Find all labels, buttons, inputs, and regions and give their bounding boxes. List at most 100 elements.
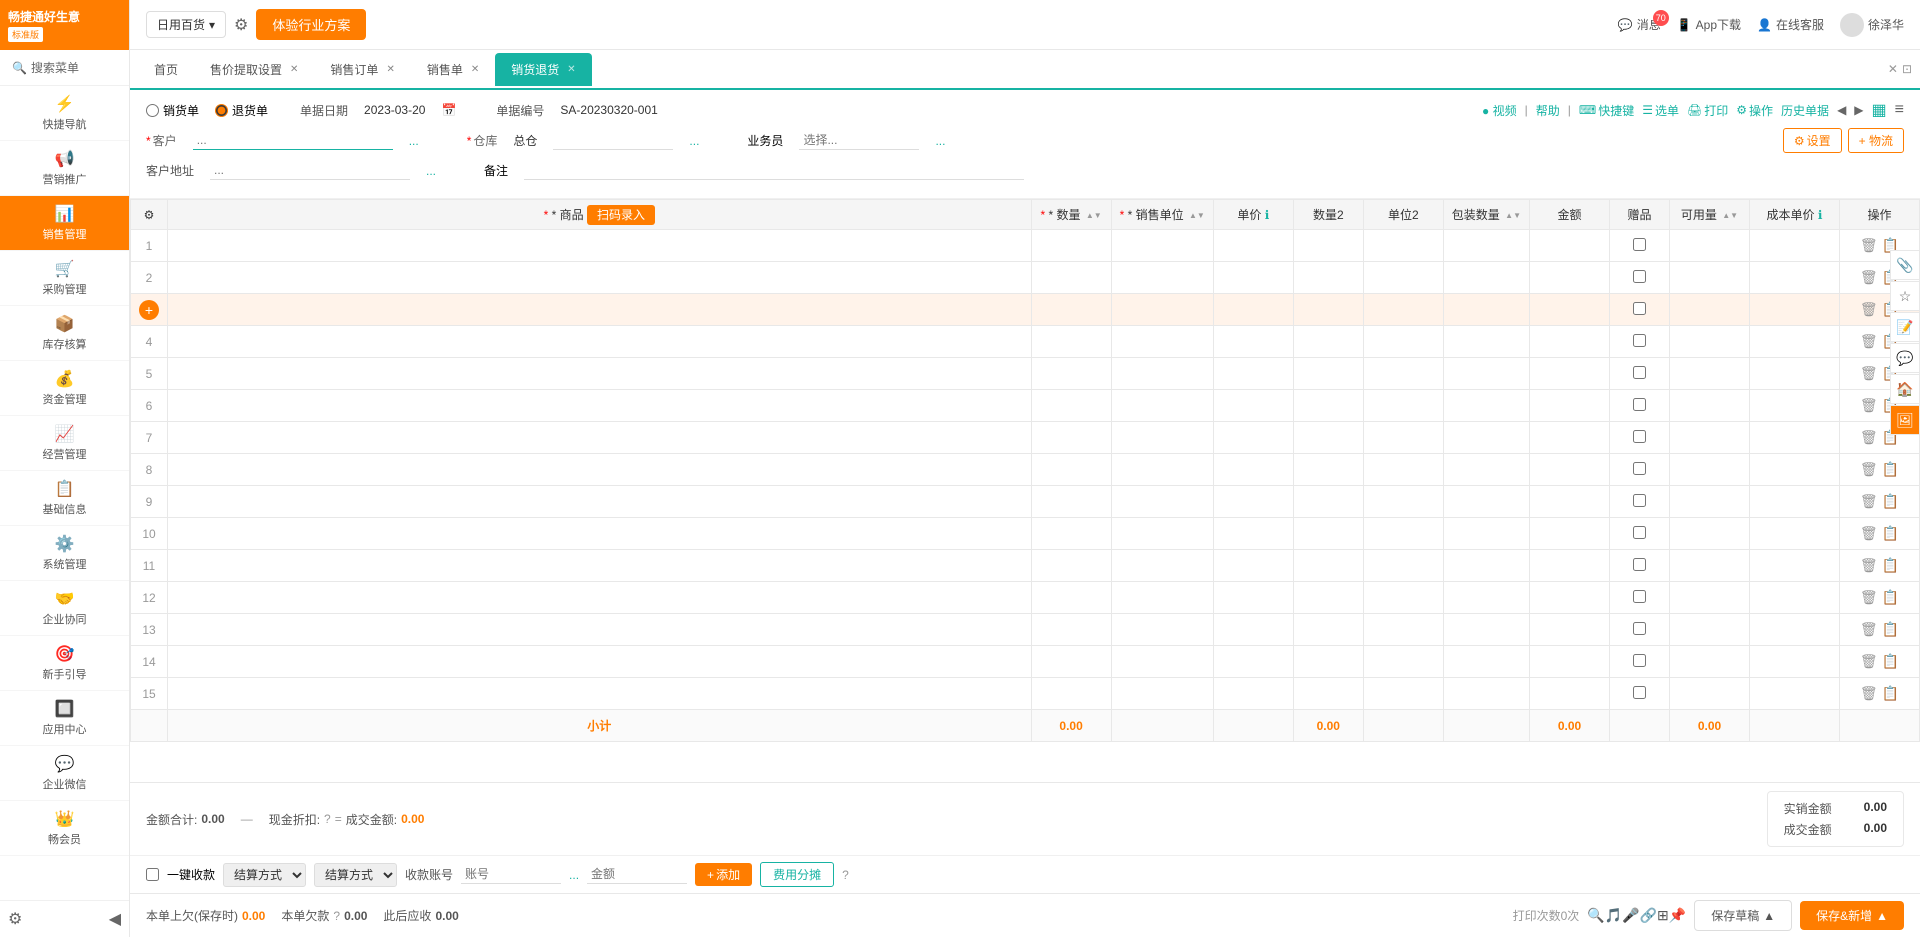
price-help-icon[interactable]: ℹ: [1265, 208, 1270, 222]
unit-cell-14[interactable]: [1111, 646, 1213, 678]
qty-cell-2[interactable]: [1031, 262, 1111, 294]
qty-cell-11[interactable]: [1031, 550, 1111, 582]
avail-cell-13[interactable]: [1670, 614, 1750, 646]
split-help-icon[interactable]: ?: [842, 868, 849, 882]
delete-btn-11[interactable]: 🗑: [1860, 557, 1878, 574]
cost-cell-9[interactable]: [1750, 486, 1840, 518]
product-input-3[interactable]: [176, 303, 1023, 317]
unit2-cell-4[interactable]: [1363, 326, 1443, 358]
avail-cell-2[interactable]: [1670, 262, 1750, 294]
unit2-cell-8[interactable]: [1363, 454, 1443, 486]
next-record-btn[interactable]: ▶: [1854, 103, 1863, 117]
amount-cell-8[interactable]: [1530, 454, 1610, 486]
avail-cell-14[interactable]: [1670, 646, 1750, 678]
price-cell-10[interactable]: [1213, 518, 1293, 550]
gift-checkbox-3[interactable]: [1633, 302, 1646, 315]
cost-cell-10[interactable]: [1750, 518, 1840, 550]
amount-cell-9[interactable]: [1530, 486, 1610, 518]
list-view-btn[interactable]: ≡: [1895, 101, 1904, 119]
experience-button[interactable]: 体验行业方案: [256, 9, 366, 40]
add-payment-button[interactable]: + 添加: [695, 863, 752, 886]
discount-help-icon[interactable]: ?: [324, 812, 331, 826]
split-button[interactable]: 费用分摊: [760, 862, 834, 887]
sidebar-item-apps[interactable]: 🔲 应用中心: [0, 691, 129, 746]
qty2-cell-11[interactable]: [1293, 550, 1363, 582]
gift-cell-6[interactable]: [1610, 390, 1670, 422]
qty2-cell-10[interactable]: [1293, 518, 1363, 550]
qty2-cell-4[interactable]: [1293, 326, 1363, 358]
delete-btn-14[interactable]: 🗑: [1860, 653, 1878, 670]
qty-cell-6[interactable]: [1031, 390, 1111, 422]
avail-cell-8[interactable]: [1670, 454, 1750, 486]
gift-cell-7[interactable]: [1610, 422, 1670, 454]
price-cell-1[interactable]: [1213, 230, 1293, 262]
address-dots[interactable]: ...: [426, 164, 436, 178]
panel-btn-6[interactable]: 🖼: [1890, 405, 1920, 435]
th-settings[interactable]: ⚙: [131, 200, 168, 230]
add-row-btn-3[interactable]: +: [139, 300, 159, 320]
copy-btn-11[interactable]: 📋: [1882, 557, 1899, 574]
customer-input[interactable]: [193, 131, 393, 150]
qty2-cell-13[interactable]: [1293, 614, 1363, 646]
print-btn[interactable]: 🖨 打印: [1687, 102, 1728, 119]
amount-cell-2[interactable]: [1530, 262, 1610, 294]
tab-home[interactable]: 首页: [138, 53, 194, 86]
operation-btn[interactable]: ⚙ 操作: [1736, 102, 1773, 119]
calendar-icon[interactable]: 📅: [441, 103, 456, 117]
copy-btn-8[interactable]: 📋: [1882, 461, 1899, 478]
unit-cell-4[interactable]: [1111, 326, 1213, 358]
qty2-cell-5[interactable]: [1293, 358, 1363, 390]
pack-cell-1[interactable]: [1443, 230, 1529, 262]
gift-cell-9[interactable]: [1610, 486, 1670, 518]
unit2-cell-7[interactable]: [1363, 422, 1443, 454]
settings-button[interactable]: ⚙ 设置: [1783, 128, 1842, 153]
sidebar-search[interactable]: 🔍 搜索菜单: [0, 50, 129, 86]
qty-cell-14[interactable]: [1031, 646, 1111, 678]
unit2-cell-6[interactable]: [1363, 390, 1443, 422]
avail-cell-1[interactable]: [1670, 230, 1750, 262]
amount-cell-7[interactable]: [1530, 422, 1610, 454]
delete-btn-12[interactable]: 🗑: [1860, 589, 1878, 606]
sidebar-collapse-icon[interactable]: ◀: [109, 909, 121, 929]
sidebar-item-guide[interactable]: 🎯 新手引导: [0, 636, 129, 691]
delivery-radio-input[interactable]: [146, 104, 159, 117]
avail-cell-10[interactable]: [1670, 518, 1750, 550]
pack-sort[interactable]: ▲▼: [1505, 212, 1521, 220]
tab-price-setting-close[interactable]: ✕: [290, 64, 298, 75]
pack-cell-6[interactable]: [1443, 390, 1529, 422]
gift-cell-1[interactable]: [1610, 230, 1670, 262]
tab-sales-delivery[interactable]: 销售单 ✕: [411, 53, 495, 86]
amount-cell-12[interactable]: [1530, 582, 1610, 614]
salesperson-input[interactable]: [799, 131, 919, 150]
gift-checkbox-11[interactable]: [1633, 558, 1646, 571]
cost-cell-11[interactable]: [1750, 550, 1840, 582]
qty2-cell-12[interactable]: [1293, 582, 1363, 614]
product-cell-3[interactable]: [168, 294, 1032, 326]
delete-btn-3[interactable]: 🗑: [1860, 301, 1878, 318]
qty2-cell-8[interactable]: [1293, 454, 1363, 486]
qty2-cell-15[interactable]: [1293, 678, 1363, 710]
copy-btn-14[interactable]: 📋: [1882, 653, 1899, 670]
cost-cell-7[interactable]: [1750, 422, 1840, 454]
qty-cell-3[interactable]: [1031, 294, 1111, 326]
unit-sort[interactable]: ▲▼: [1189, 212, 1205, 220]
industry-dropdown[interactable]: 日用百货 ▾: [146, 11, 226, 38]
copy-btn-15[interactable]: 📋: [1882, 685, 1899, 702]
qty-cell-13[interactable]: [1031, 614, 1111, 646]
gift-checkbox-5[interactable]: [1633, 366, 1646, 379]
delete-btn-1[interactable]: 🗑: [1860, 237, 1878, 254]
unit2-cell-15[interactable]: [1363, 678, 1443, 710]
qty2-cell-6[interactable]: [1293, 390, 1363, 422]
delete-btn-7[interactable]: 🗑: [1860, 429, 1878, 446]
table-view-btn[interactable]: ▦: [1872, 100, 1887, 120]
unit-cell-2[interactable]: [1111, 262, 1213, 294]
avail-cell-7[interactable]: [1670, 422, 1750, 454]
gift-checkbox-2[interactable]: [1633, 270, 1646, 283]
unit2-cell-14[interactable]: [1363, 646, 1443, 678]
product-cell-13[interactable]: [168, 614, 1032, 646]
cost-cell-1[interactable]: [1750, 230, 1840, 262]
amount-cell-13[interactable]: [1530, 614, 1610, 646]
message-btn[interactable]: 💬 消息 70: [1618, 16, 1661, 33]
unit2-cell-10[interactable]: [1363, 518, 1443, 550]
unit-cell-12[interactable]: [1111, 582, 1213, 614]
